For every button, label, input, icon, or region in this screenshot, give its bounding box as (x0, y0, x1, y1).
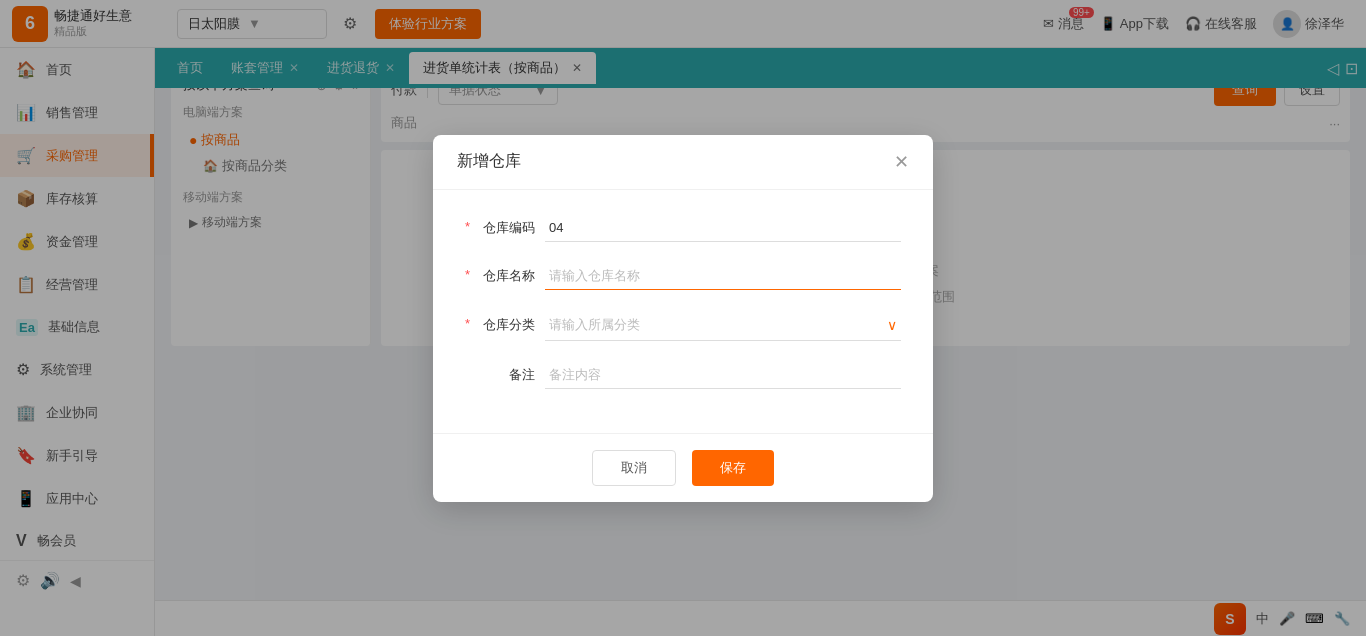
dialog-header: 新增仓库 ✕ (433, 135, 933, 190)
name-input[interactable] (545, 262, 901, 290)
notes-input[interactable] (545, 361, 901, 389)
notes-label: 备注 (465, 366, 545, 384)
dialog-close-button[interactable]: ✕ (894, 151, 909, 173)
form-row-category: 仓库分类 请输入所属分类 ∨ (465, 310, 901, 341)
code-input[interactable] (545, 214, 901, 242)
form-row-name: 仓库名称 (465, 262, 901, 290)
form-row-notes: 备注 (465, 361, 901, 389)
dialog-body: 仓库编码 仓库名称 仓库分类 请输入所属分类 ∨ 备注 (433, 190, 933, 399)
category-select[interactable]: 请输入所属分类 ∨ (545, 310, 901, 341)
name-label: 仓库名称 (465, 267, 545, 285)
category-placeholder: 请输入所属分类 (549, 316, 640, 334)
new-warehouse-dialog: 新增仓库 ✕ 仓库编码 仓库名称 仓库分类 请输入所属分类 ∨ (433, 135, 933, 399)
category-arrow-icon: ∨ (887, 317, 897, 333)
category-label: 仓库分类 (465, 316, 545, 334)
form-row-code: 仓库编码 (465, 214, 901, 242)
dialog-title: 新增仓库 (457, 151, 521, 172)
code-label: 仓库编码 (465, 219, 545, 237)
modal-overlay: 新增仓库 ✕ 仓库编码 仓库名称 仓库分类 请输入所属分类 ∨ (0, 0, 1366, 398)
